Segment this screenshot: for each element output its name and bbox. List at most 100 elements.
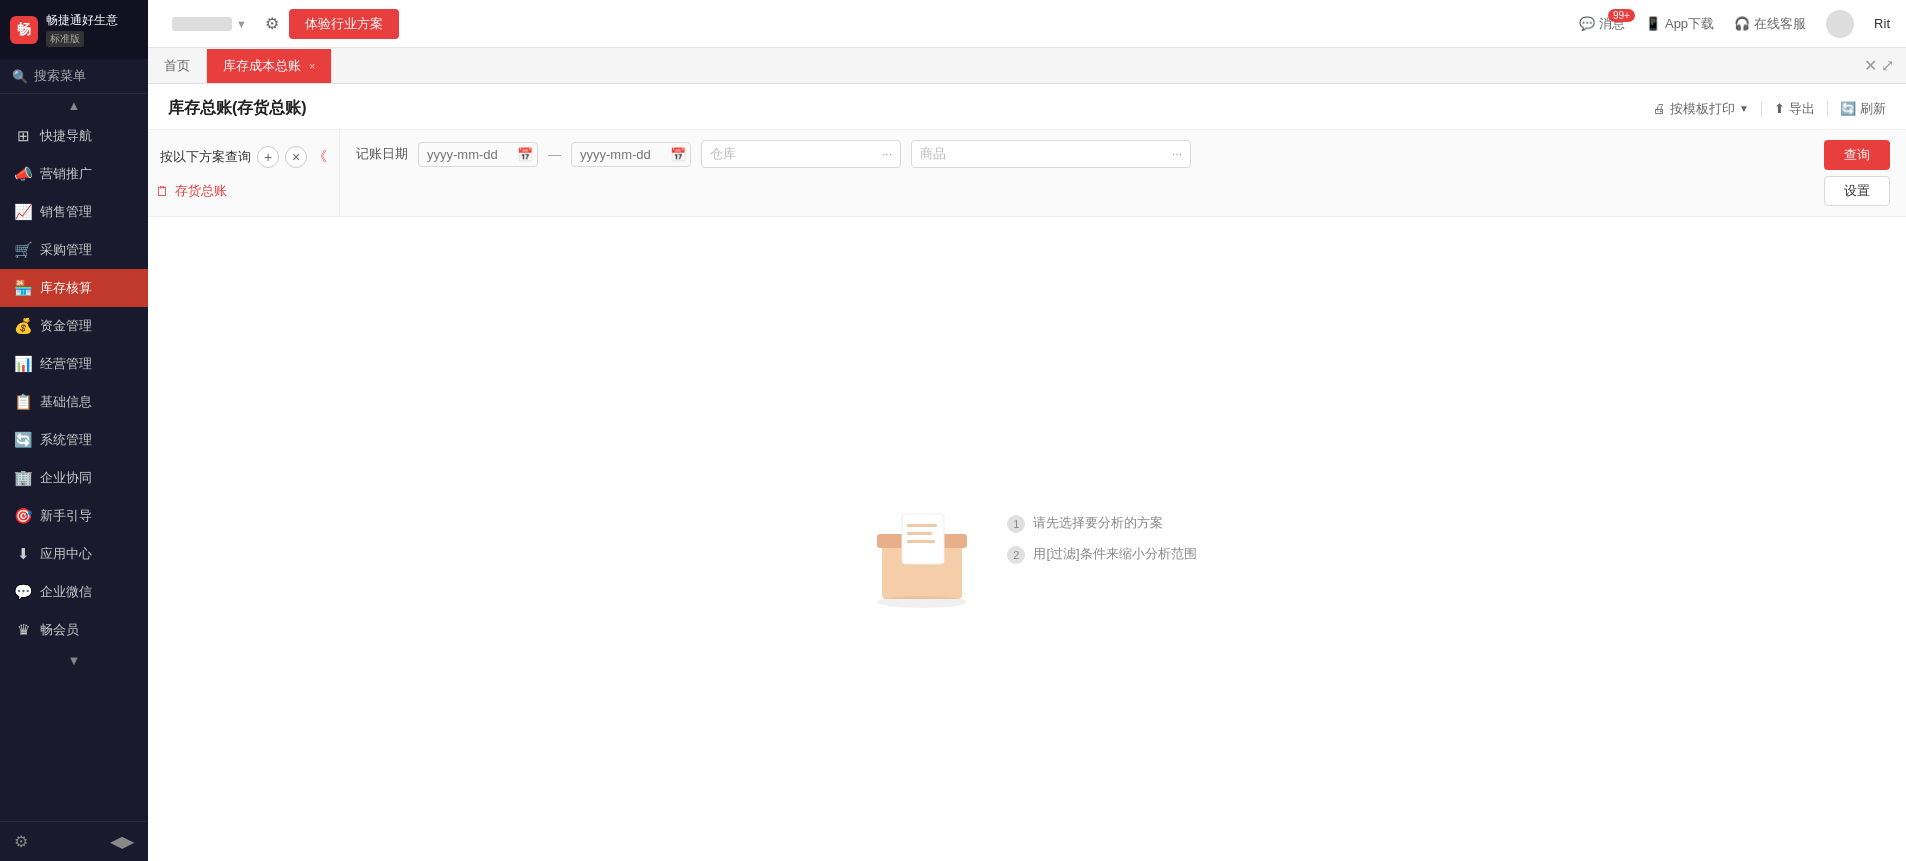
- calendar-end-icon[interactable]: 📅: [670, 147, 686, 162]
- wechat-icon: 💬: [14, 583, 32, 601]
- print-action[interactable]: 🖨 按模板打印 ▼: [1653, 100, 1749, 118]
- tab-inventory-ledger[interactable]: 库存成本总账 ×: [207, 49, 332, 83]
- scheme-collapse-btn[interactable]: 《: [313, 148, 327, 166]
- scheme-panel: 按以下方案查询 + × 《 🗒 存货总账: [148, 130, 340, 216]
- hint-text-1: 请先选择要分析的方案: [1033, 514, 1163, 532]
- search-menu-label: 搜索菜单: [34, 67, 86, 85]
- scheme-header-label: 按以下方案查询: [160, 148, 251, 166]
- settings-button[interactable]: 设置: [1824, 176, 1890, 206]
- warehouse-value: 仓库: [710, 145, 736, 163]
- sales-icon: 📈: [14, 203, 32, 221]
- sidebar-item-sales[interactable]: 📈 销售管理: [0, 193, 148, 231]
- app-download-btn[interactable]: 📱 App下载: [1645, 15, 1714, 33]
- refresh-action[interactable]: 🔄 刷新: [1840, 100, 1886, 118]
- page-title: 库存总账(存货总账): [168, 98, 307, 119]
- scheme-remove-btn[interactable]: ×: [285, 146, 307, 168]
- sidebar-item-purchase[interactable]: 🛒 采购管理: [0, 231, 148, 269]
- date-start-field[interactable]: [427, 147, 517, 162]
- sidebar-item-label: 销售管理: [40, 203, 92, 221]
- scroll-down-btn[interactable]: ▼: [0, 649, 148, 672]
- enterprise-icon: 🏢: [14, 469, 32, 487]
- topbar-right: 💬 消息 99+ 📱 App下载 🎧 在线客服 Rit: [1579, 10, 1890, 38]
- newbie-icon: 🎯: [14, 507, 32, 525]
- sidebar-item-enterprise[interactable]: 🏢 企业协同: [0, 459, 148, 497]
- sidebar-item-basic-info[interactable]: 📋 基础信息: [0, 383, 148, 421]
- avatar[interactable]: [1826, 10, 1854, 38]
- tab-expand-icon[interactable]: ⤢: [1881, 56, 1894, 75]
- product-value: 商品: [920, 145, 946, 163]
- filter-actions-col: 查询 设置: [1824, 130, 1906, 216]
- warehouse-selector[interactable]: 仓库 ···: [701, 140, 901, 168]
- sidebar-item-operations[interactable]: 📊 经营管理: [0, 345, 148, 383]
- inventory-icon: 🏪: [14, 279, 32, 297]
- export-label: 导出: [1789, 100, 1815, 118]
- sidebar-item-marketing[interactable]: 📣 营销推广: [0, 155, 148, 193]
- page-header-actions: 🖨 按模板打印 ▼ ⬆ 导出 🔄 刷新: [1653, 100, 1886, 118]
- scheme-header: 按以下方案查询 + × 《: [148, 138, 339, 176]
- svg-rect-5: [907, 540, 935, 543]
- app-name-block: 畅捷通好生意 标准版: [46, 12, 118, 47]
- search-menu-item[interactable]: 🔍 搜索菜单: [0, 59, 148, 94]
- export-action[interactable]: ⬆ 导出: [1774, 100, 1815, 118]
- warehouse-more-icon[interactable]: ···: [882, 147, 892, 161]
- gear-icon[interactable]: ⚙: [265, 14, 279, 33]
- print-label: 按模板打印: [1670, 100, 1735, 118]
- industry-btn[interactable]: 体验行业方案: [289, 9, 399, 39]
- query-button[interactable]: 查询: [1824, 140, 1890, 170]
- product-selector[interactable]: 商品 ···: [911, 140, 1191, 168]
- export-icon: ⬆: [1774, 101, 1785, 116]
- sidebar-item-inventory[interactable]: 🏪 库存核算: [0, 269, 148, 307]
- hint-num-2: 2: [1007, 546, 1025, 564]
- speaker-icon[interactable]: ◀▶: [110, 832, 134, 851]
- sidebar-item-label: 资金管理: [40, 317, 92, 335]
- tab-inventory-label: 库存成本总账: [223, 57, 301, 75]
- scheme-add-btn[interactable]: +: [257, 146, 279, 168]
- sidebar-item-label: 系统管理: [40, 431, 92, 449]
- sidebar-item-wechat[interactable]: 💬 企业微信: [0, 573, 148, 611]
- date-end-field[interactable]: [580, 147, 670, 162]
- sidebar-item-newbie[interactable]: 🎯 新手引导: [0, 497, 148, 535]
- hint-text-2: 用[过滤]条件来缩小分析范围: [1033, 545, 1196, 563]
- sidebar-item-label: 库存核算: [40, 279, 92, 297]
- tab-close-icon[interactable]: ×: [309, 60, 315, 72]
- purchase-icon: 🛒: [14, 241, 32, 259]
- online-support-btn[interactable]: 🎧 在线客服: [1734, 15, 1806, 33]
- workspace-selector[interactable]: ▼: [164, 13, 255, 35]
- message-badge: 99+: [1608, 9, 1635, 22]
- svg-rect-4: [907, 532, 932, 535]
- date-label: 记账日期: [356, 145, 408, 163]
- sidebar-item-finance[interactable]: 💰 资金管理: [0, 307, 148, 345]
- operations-icon: 📊: [14, 355, 32, 373]
- app-download-label: App下载: [1665, 15, 1714, 33]
- calendar-start-icon[interactable]: 📅: [517, 147, 533, 162]
- svg-point-6: [877, 596, 967, 608]
- sidebar-item-label: 畅会员: [40, 621, 79, 639]
- tab-close-all-icon[interactable]: ✕: [1864, 56, 1877, 75]
- sidebar-item-label: 经营管理: [40, 355, 92, 373]
- scroll-up-btn[interactable]: ▲: [0, 94, 148, 117]
- settings-icon[interactable]: ⚙: [14, 832, 28, 851]
- hint-num-1: 1: [1007, 515, 1025, 533]
- sidebar-logo: 畅 畅捷通好生意 标准版: [0, 0, 148, 59]
- print-chevron-icon: ▼: [1739, 103, 1749, 114]
- app-download-icon: 📱: [1645, 16, 1661, 31]
- empty-hint-2: 2 用[过滤]条件来缩小分析范围: [1007, 545, 1196, 564]
- date-end-input[interactable]: 📅: [571, 142, 691, 167]
- sidebar-item-system[interactable]: 🔄 系统管理: [0, 421, 148, 459]
- sidebar-item-apps[interactable]: ⬇ 应用中心: [0, 535, 148, 573]
- sidebar-item-label: 企业协同: [40, 469, 92, 487]
- message-btn[interactable]: 💬 消息 99+: [1579, 15, 1625, 33]
- scheme-item-label: 存货总账: [175, 182, 227, 200]
- main-content: ▼ ⚙ 体验行业方案 💬 消息 99+ 📱 App下载 🎧 在线客服 Rit 首…: [148, 0, 1906, 861]
- app-name: 畅捷通好生意: [46, 12, 118, 29]
- sidebar-item-vip[interactable]: ♛ 畅会员: [0, 611, 148, 649]
- sidebar-item-quick-nav[interactable]: ⊞ 快捷导航: [0, 117, 148, 155]
- online-support-label: 在线客服: [1754, 15, 1806, 33]
- tab-home[interactable]: 首页: [148, 49, 207, 83]
- refresh-label: 刷新: [1860, 100, 1886, 118]
- date-start-input[interactable]: 📅: [418, 142, 538, 167]
- sidebar-bottom: ⚙ ◀▶: [0, 821, 148, 861]
- product-more-icon[interactable]: ···: [1172, 147, 1182, 161]
- filter-area: 按以下方案查询 + × 《 🗒 存货总账 记账日期 📅: [148, 130, 1906, 217]
- scheme-item-inventory[interactable]: 🗒 存货总账: [148, 176, 339, 206]
